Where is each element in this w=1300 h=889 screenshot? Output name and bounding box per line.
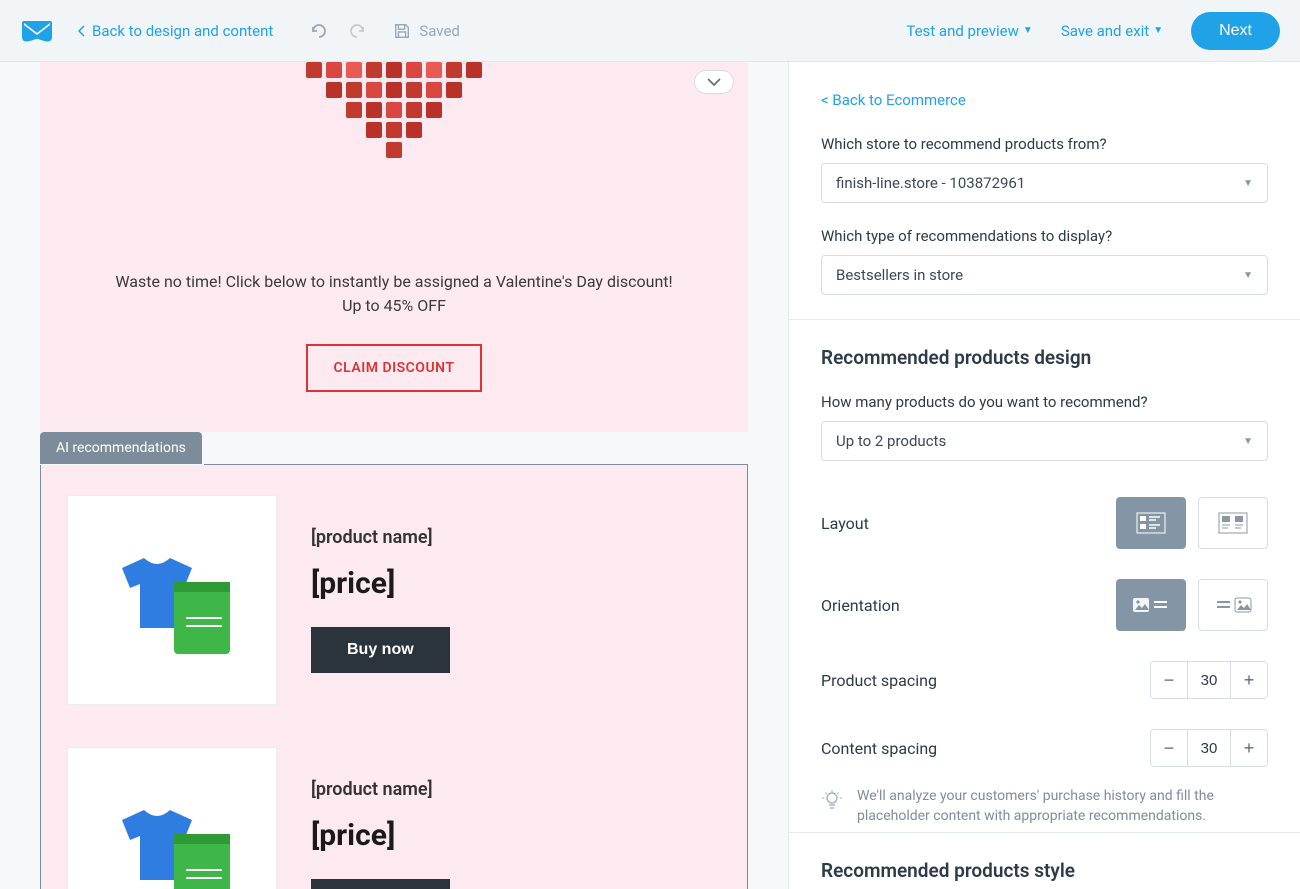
back-to-ecommerce-link[interactable]: < Back to Ecommerce: [821, 91, 966, 109]
image-left-icon: [1131, 594, 1171, 616]
content-spacing-row: Content spacing − +: [821, 729, 1268, 767]
redo-icon[interactable]: [347, 21, 367, 41]
test-preview-dropdown[interactable]: Test and preview ▼: [906, 22, 1032, 40]
layout-list-button[interactable]: [1116, 497, 1186, 549]
save-icon: [393, 22, 411, 40]
orientation-toggle-group: [1116, 579, 1268, 631]
content-spacing-input[interactable]: [1187, 730, 1231, 766]
content-spacing-stepper: − +: [1150, 729, 1268, 767]
product-spacing-label: Product spacing: [821, 671, 937, 690]
count-select[interactable]: Up to 2 products ▼: [821, 421, 1268, 461]
hint-text: We'll analyze your customers' purchase h…: [857, 787, 1268, 826]
orientation-right-button[interactable]: [1198, 579, 1268, 631]
ai-recommendations-tab: AI recommendations: [40, 432, 202, 464]
chevron-left-icon: [78, 25, 86, 37]
saved-label: Saved: [419, 22, 460, 40]
product-placeholder-icon: [102, 540, 242, 660]
buy-now-button[interactable]: Buy now: [311, 627, 450, 673]
promo-line2: Up to 45% OFF: [80, 294, 708, 318]
caret-down-icon: ▼: [1023, 25, 1033, 36]
product-row: [product name] [price] Buy now: [67, 495, 721, 705]
test-preview-label: Test and preview: [906, 22, 1019, 40]
canvas: Waste no time! Click below to instantly …: [0, 62, 788, 889]
content-spacing-label: Content spacing: [821, 739, 937, 758]
undo-icon[interactable]: [309, 21, 329, 41]
next-button[interactable]: Next: [1191, 12, 1280, 50]
promo-line1: Waste no time! Click below to instantly …: [80, 270, 708, 294]
topbar: Back to design and content Saved Test an…: [0, 0, 1300, 62]
back-link-label: Back to design and content: [92, 22, 273, 40]
claim-discount-button[interactable]: CLAIM DISCOUNT: [306, 344, 483, 392]
rec-type-select[interactable]: Bestsellers in store ▼: [821, 255, 1268, 295]
product-info: [product name] [price] Buy now: [311, 779, 721, 889]
product-info: [product name] [price] Buy now: [311, 527, 721, 673]
product-image-placeholder: [67, 495, 277, 705]
chevron-down-icon: [707, 78, 721, 86]
decrement-button[interactable]: −: [1151, 730, 1187, 766]
orientation-label: Orientation: [821, 596, 900, 615]
product-image-placeholder: [67, 747, 277, 889]
decrement-button[interactable]: −: [1151, 662, 1187, 698]
rec-type-label: Which type of recommendations to display…: [821, 227, 1268, 245]
settings-panel: < Back to Ecommerce Which store to recom…: [788, 62, 1300, 889]
rec-type-select-value: Bestsellers in store: [836, 266, 963, 284]
email-promo: Waste no time! Click below to instantly …: [40, 240, 748, 432]
design-section-title: Recommended products design: [821, 346, 1268, 369]
store-select[interactable]: finish-line.store - 103872961 ▼: [821, 163, 1268, 203]
increment-button[interactable]: +: [1231, 662, 1267, 698]
buy-now-button[interactable]: Buy now: [311, 879, 450, 889]
layout-row: Layout: [821, 497, 1268, 549]
orientation-row: Orientation: [821, 579, 1268, 631]
collapse-button[interactable]: [694, 70, 734, 94]
product-price: [price]: [311, 566, 721, 601]
product-name: [product name]: [311, 527, 721, 548]
store-label: Which store to recommend products from?: [821, 135, 1268, 153]
toolbar-icons: Saved: [309, 21, 460, 41]
layout-toggle-group: [1116, 497, 1268, 549]
product-price: [price]: [311, 818, 721, 853]
lightbulb-icon: [821, 789, 843, 811]
layout-grid-icon: [1218, 512, 1248, 534]
email-preview: Waste no time! Click below to instantly …: [40, 62, 748, 889]
product-name: [product name]: [311, 779, 721, 800]
increment-button[interactable]: +: [1231, 730, 1267, 766]
hint-row: We'll analyze your customers' purchase h…: [821, 787, 1268, 826]
layout-label: Layout: [821, 514, 869, 533]
product-spacing-stepper: − +: [1150, 661, 1268, 699]
back-to-design-link[interactable]: Back to design and content: [78, 22, 273, 40]
layout-list-icon: [1136, 512, 1166, 534]
count-label: How many products do you want to recomme…: [821, 393, 1268, 411]
image-right-icon: [1213, 594, 1253, 616]
email-hero: [40, 62, 748, 240]
product-spacing-row: Product spacing − +: [821, 661, 1268, 699]
product-spacing-input[interactable]: [1187, 662, 1231, 698]
saved-status: Saved: [393, 22, 460, 40]
count-select-value: Up to 2 products: [836, 432, 946, 450]
store-select-value: finish-line.store - 103872961: [836, 174, 1025, 192]
save-exit-dropdown[interactable]: Save and exit ▼: [1061, 22, 1163, 40]
caret-down-icon: ▼: [1243, 178, 1253, 189]
brand-logo: [20, 19, 54, 43]
caret-down-icon: ▼: [1243, 270, 1253, 281]
product-row: [product name] [price] Buy now: [67, 747, 721, 889]
product-placeholder-icon: [102, 792, 242, 889]
caret-down-icon: ▼: [1153, 25, 1163, 36]
main: Waste no time! Click below to instantly …: [0, 62, 1300, 889]
heart-graphic: [294, 62, 494, 202]
style-section-title: Recommended products style: [821, 859, 1268, 882]
caret-down-icon: ▼: [1243, 436, 1253, 447]
layout-grid-button[interactable]: [1198, 497, 1268, 549]
orientation-left-button[interactable]: [1116, 579, 1186, 631]
save-exit-label: Save and exit: [1061, 22, 1149, 40]
ai-recommendations-block[interactable]: AI recommendations [product name]: [40, 465, 748, 889]
